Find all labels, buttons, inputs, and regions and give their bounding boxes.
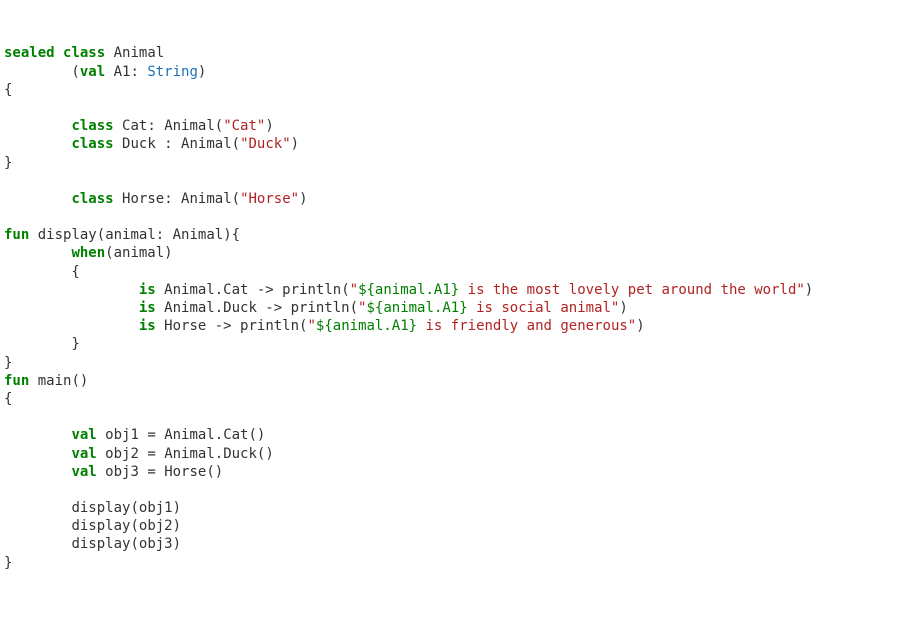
keyword-when: when [71,245,105,261]
arg-obj1: obj1 [139,500,173,516]
string-open: " [350,282,358,298]
call-display: display [71,518,130,534]
fn-display: display [38,227,97,243]
keyword-sealed: sealed [4,45,55,61]
string-duck: "Duck" [240,136,291,152]
fn-println: println [240,318,299,334]
class-name-duck: Duck [122,136,156,152]
string-duck-msg: is social animal" [468,300,620,316]
type-animal: Animal [164,118,215,134]
ctor-horse: Horse() [164,464,223,480]
keyword-is: is [139,318,156,334]
var-obj1: obj1 [105,427,139,443]
type-animal: Animal [173,227,224,243]
string-horse-msg: is friendly and generous" [417,318,636,334]
template-expr: ${animal.A1} [366,300,467,316]
keyword-class: class [63,45,105,61]
when-arg: animal [114,245,165,261]
template-expr: ${animal.A1} [358,282,459,298]
type-animal: Animal [181,191,232,207]
arg-obj2: obj2 [139,518,173,534]
case-horse: Horse [164,318,206,334]
type-string: String [147,64,198,80]
class-name-animal: Animal [114,45,165,61]
case-animal-duck: Animal.Duck [164,300,257,316]
keyword-class: class [71,191,113,207]
ctor-animal-cat: Animal.Cat() [164,427,265,443]
param-animal: animal [105,227,156,243]
keyword-val: val [71,427,96,443]
fn-println: println [282,282,341,298]
code-block: sealed class Animal (val A1: String) { c… [4,44,898,571]
var-obj2: obj2 [105,446,139,462]
keyword-class: class [71,118,113,134]
arg-obj3: obj3 [139,536,173,552]
case-animal-cat: Animal.Cat [164,282,248,298]
class-name-cat: Cat [122,118,147,134]
keyword-val: val [80,64,105,80]
fn-main: main [38,373,72,389]
keyword-fun: fun [4,373,29,389]
fn-println: println [291,300,350,316]
keyword-val: val [71,464,96,480]
keyword-fun: fun [4,227,29,243]
ctor-animal-duck: Animal.Duck() [164,446,274,462]
string-open: " [307,318,315,334]
call-display: display [71,536,130,552]
call-display: display [71,500,130,516]
var-obj3: obj3 [105,464,139,480]
type-animal: Animal [181,136,232,152]
keyword-class: class [71,136,113,152]
keyword-val: val [71,446,96,462]
string-cat: "Cat" [223,118,265,134]
string-cat-msg: is the most lovely pet around the world" [459,282,805,298]
string-horse: "Horse" [240,191,299,207]
template-expr: ${animal.A1} [316,318,417,334]
class-name-horse: Horse [122,191,164,207]
keyword-is: is [139,300,156,316]
property-a1: A1 [114,64,131,80]
keyword-is: is [139,282,156,298]
